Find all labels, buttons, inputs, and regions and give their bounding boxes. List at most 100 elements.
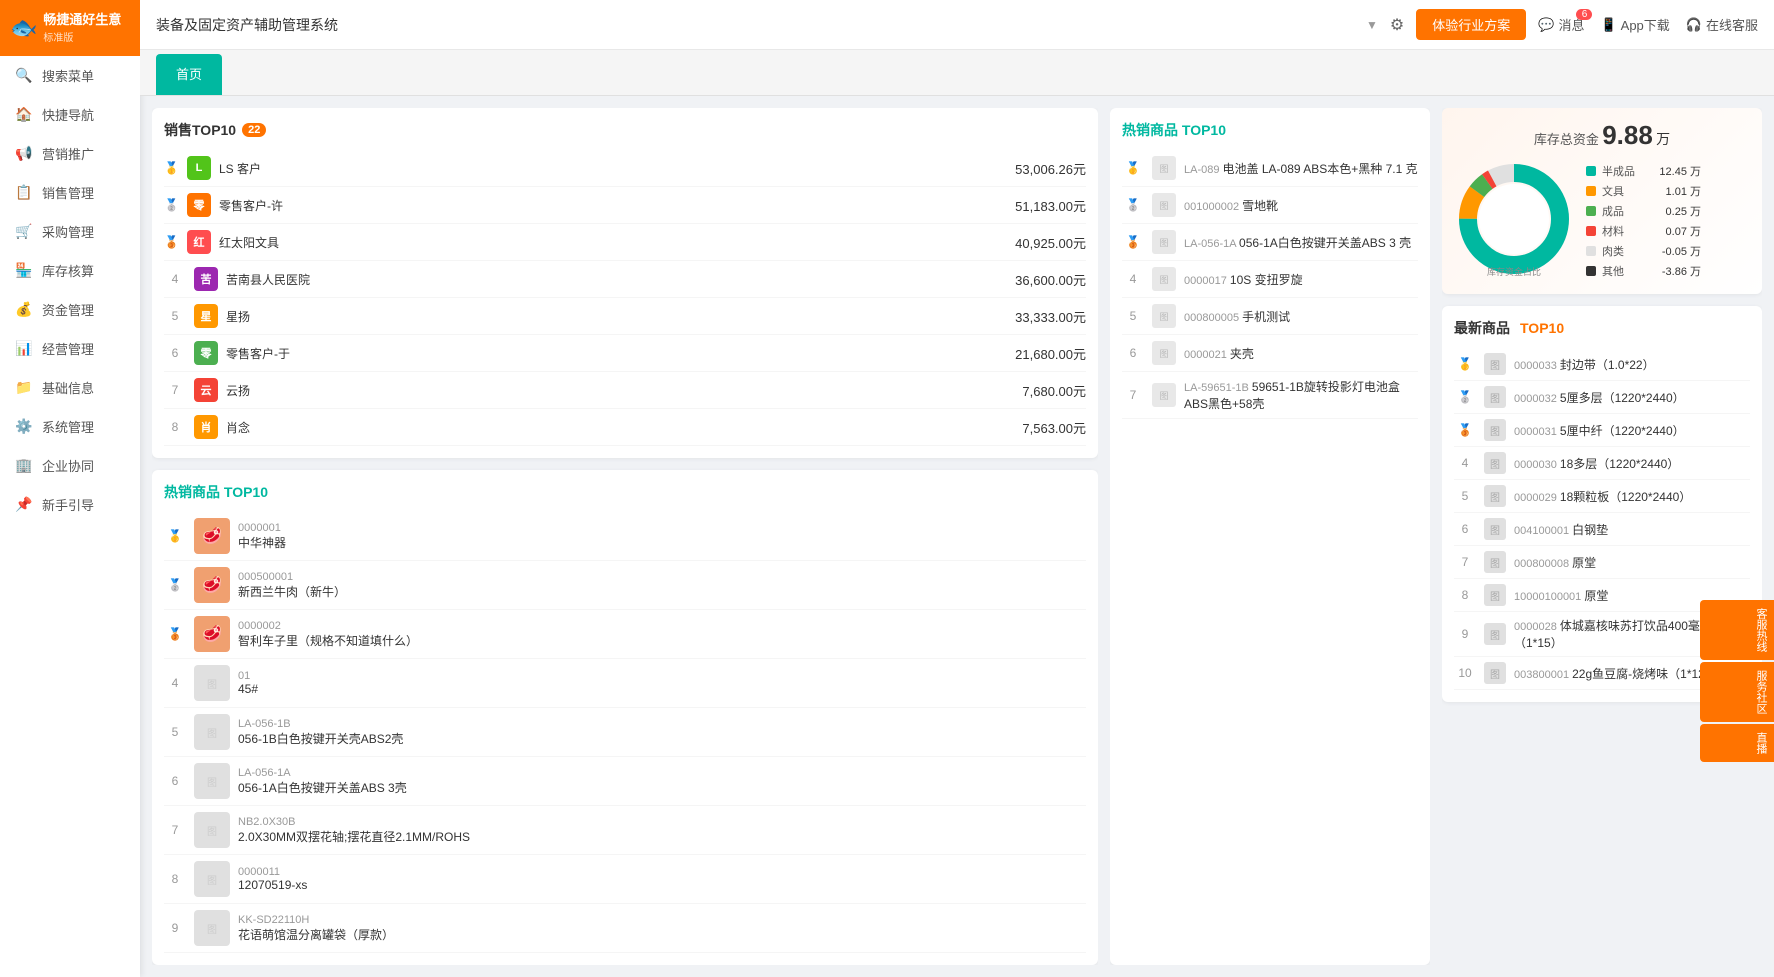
float-service-btn[interactable]: 直播 [1700, 724, 1774, 762]
new-product-item: 6 图 004100001 白钢垫 [1454, 513, 1750, 546]
rank-value: 53,006.26元 [1015, 159, 1086, 178]
stock-total-label: 库存总资金 [1534, 132, 1599, 147]
online-service-action[interactable]: 🎧 在线客服 [1686, 15, 1758, 34]
legend-value: -3.86 万 [1641, 263, 1701, 279]
product-info: LA-59651-1B 59651-1B旋转投影灯电池盒ABS黑色+58壳 [1184, 378, 1418, 412]
product-info: LA-089 电池盖 LA-089 ABS本色+黑种 7.1 克 [1184, 160, 1418, 177]
product-name: 10S 变扭罗旋 [1230, 273, 1303, 287]
legend-item: 材料 0.07 万 [1586, 223, 1701, 239]
new-rank-img: 图 [1484, 353, 1506, 375]
sidebar-item-quick-nav[interactable]: 🏠快捷导航 [0, 95, 140, 134]
new-product-info: 000800008 原堂 [1514, 554, 1750, 571]
topbar-actions: 💬 消息 6 📱 App下载 🎧 在线客服 [1538, 15, 1758, 34]
trial-button[interactable]: 体验行业方案 [1416, 9, 1526, 40]
notifications-action[interactable]: 💬 消息 6 [1538, 15, 1584, 34]
sidebar-item-inventory[interactable]: 🏪库存核算 [0, 251, 140, 290]
dropdown-arrow[interactable]: ▼ [1366, 18, 1378, 32]
phone-icon: 📱 [1600, 17, 1616, 33]
product-thumb: 图 [1152, 193, 1176, 217]
new-product-code: 0000032 [1514, 393, 1560, 405]
hot-list-item: 5 图 000800005 手机测试 [1122, 298, 1418, 335]
sidebar-item-operations[interactable]: 📊 经营管理 [0, 329, 140, 368]
app-download-action[interactable]: 📱 App下载 [1600, 15, 1669, 34]
hot-sales-scroll[interactable]: 🥇 图 LA-089 电池盖 LA-089 ABS本色+黑种 7.1 克 🥈 图… [1122, 150, 1418, 419]
new-product-code: 10000100001 [1514, 591, 1584, 603]
new-product-info: 0000032 5厘多层（1220*2440） [1514, 389, 1750, 406]
new-product-info: 004100001 白钢垫 [1514, 521, 1750, 538]
sales-rank-item: 🥈 零 零售客户-许 51,183.00元 [164, 187, 1086, 224]
hot-thumb: 图 [194, 910, 230, 946]
sidebar-item-enterprise[interactable]: 🏢企业协同 [0, 446, 140, 485]
hot-list-item: 6 图 0000021 夹壳 [1122, 335, 1418, 372]
hot-thumb: 🥩 [194, 616, 230, 652]
legend-label: 文具 [1602, 183, 1635, 199]
system-icon: ⚙️ [14, 418, 34, 435]
product-code: LA-089 [1184, 164, 1223, 176]
product-name: 056-1A白色按键开关盖ABS 3 壳 [1239, 236, 1411, 250]
hot-list-rank: 6 [1122, 346, 1144, 360]
hot-list-rank: 🥈 [1122, 198, 1144, 212]
marketing-icon: 📢 [14, 145, 34, 162]
sidebar-item-system[interactable]: ⚙️ 系统管理 [0, 407, 140, 446]
sidebar-item-marketing[interactable]: 📢营销推广 [0, 134, 140, 173]
operations-icon: 📊 [14, 340, 34, 357]
hot-thumb: 🥩 [194, 518, 230, 554]
rank-avatar: 零 [187, 193, 211, 217]
new-rank-img: 图 [1484, 662, 1506, 684]
product-info: 000800005 手机测试 [1184, 308, 1418, 325]
sidebar-item-search[interactable]: 🔍搜索菜单 [0, 56, 140, 95]
nav-label-operations: 经营管理 [42, 339, 94, 358]
new-rank-img: 图 [1484, 551, 1506, 573]
float-service-btn[interactable]: 客服热线 [1700, 600, 1774, 660]
new-rank-img: 图 [1484, 518, 1506, 540]
message-icon: 💬 [1538, 17, 1554, 33]
settings-icon[interactable]: ⚙ [1390, 15, 1404, 35]
hot-thumb: 图 [194, 714, 230, 750]
guide-icon: 📌 [14, 496, 34, 513]
hot-rank: 🥉 [164, 627, 186, 641]
rank-num: 5 [164, 309, 186, 323]
sales-rank-item: 🥉 红 红太阳文具 40,925.00元 [164, 224, 1086, 261]
hot-name: 45# [238, 682, 1086, 696]
rank-name: 红太阳文具 [219, 234, 1007, 251]
sidebar-item-purchase[interactable]: 🛒采购管理 [0, 212, 140, 251]
hot-product-item: 7 图 NB2.0X30B 2.0X30MM双摆花轴;摆花直径2.1MM/ROH… [164, 806, 1086, 855]
product-thumb: 图 [1152, 230, 1176, 254]
rank-num: 6 [164, 346, 186, 360]
hot-code: 01 [238, 670, 1086, 682]
silver-medal: 🥈 [164, 198, 179, 212]
rank-avatar: 苦 [194, 267, 218, 291]
nav-label-system: 系统管理 [42, 417, 94, 436]
legend-dot [1586, 186, 1596, 196]
product-name: 夹壳 [1230, 347, 1254, 361]
sidebar-item-base-info[interactable]: 📁基础信息 [0, 368, 140, 407]
legend-value: 1.01 万 [1641, 183, 1701, 199]
quick-nav-icon: 🏠 [14, 106, 34, 123]
hot-code: 0000011 [238, 866, 1086, 878]
product-name: 电池盖 LA-089 ABS本色+黑种 7.1 克 [1223, 162, 1418, 176]
sales-rank-item: 4 苦 苦南县人民医院 36,600.00元 [164, 261, 1086, 298]
hot-rank: 4 [164, 676, 186, 690]
tab-home[interactable]: 首页 [156, 54, 222, 95]
chart-label: 库存资金占比 [1487, 265, 1541, 278]
sidebar-item-guide[interactable]: 📌新手引导 [0, 485, 140, 524]
bronze-medal: 🥉 [164, 235, 179, 249]
sales-rank-item: 8 肖 肖念 7,563.00元 [164, 409, 1086, 446]
hot-info: 0000011 12070519-xs [238, 866, 1086, 892]
new-product-name: 白钢垫 [1572, 523, 1608, 537]
rank-value: 7,563.00元 [1022, 418, 1086, 437]
hot-product-item: 🥇 🥩 0000001 中华神器 [164, 512, 1086, 561]
float-service-btn[interactable]: 服务社区 [1700, 662, 1774, 722]
stock-total-value: 9.88 [1602, 120, 1653, 150]
sidebar-item-sales[interactable]: 📋销售管理 [0, 173, 140, 212]
rank-value: 33,333.00元 [1015, 307, 1086, 326]
new-rank-img: 图 [1484, 386, 1506, 408]
hot-products-header: 热销商品 TOP10 [164, 482, 1086, 502]
rank-name: 零售客户-许 [219, 197, 1007, 214]
nav-label-sales: 销售管理 [42, 183, 94, 202]
sidebar-item-finance[interactable]: 💰资金管理 [0, 290, 140, 329]
new-rank-num: 🥇 [1454, 357, 1476, 371]
hot-thumb: 图 [194, 665, 230, 701]
new-product-code: 0000033 [1514, 360, 1560, 372]
nav-label-base-info: 基础信息 [42, 378, 94, 397]
